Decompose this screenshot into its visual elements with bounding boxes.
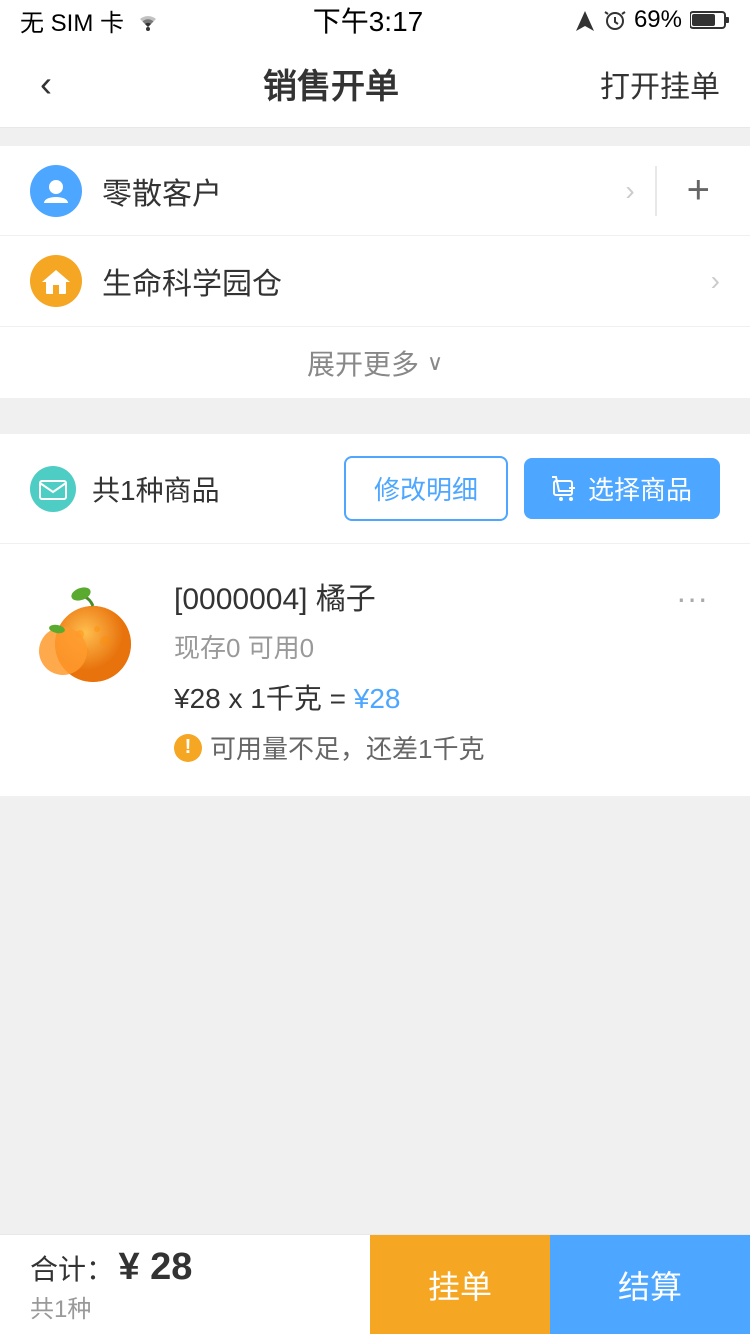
total-label: 合计： — [30, 1254, 114, 1285]
add-customer-button[interactable]: + — [677, 158, 720, 223]
product-item: [0000004] 橘子 现存0 可用0 ¥28 x 1千克 = ¥28 ! 可… — [0, 544, 750, 796]
wifi-icon — [134, 9, 162, 31]
cart-icon — [552, 475, 580, 503]
open-hang-button[interactable]: 打开挂单 — [600, 62, 720, 106]
battery-icon — [690, 10, 730, 30]
row-divider — [655, 166, 657, 216]
back-button[interactable]: ‹ — [30, 53, 62, 115]
separator-1 — [0, 128, 750, 146]
select-product-label: 选择商品 — [588, 470, 692, 507]
battery-text: 69% — [634, 6, 682, 34]
person-icon — [41, 176, 71, 206]
warehouse-arrow: › — [711, 265, 720, 297]
warehouse-icon — [30, 255, 82, 307]
nav-bar: ‹ 销售开单 打开挂单 — [0, 40, 750, 128]
products-count-icon — [30, 466, 76, 512]
empty-area — [0, 796, 750, 1246]
envelope-icon — [39, 477, 67, 501]
total-count: 共1种 — [30, 1289, 340, 1324]
product-price: ¥28 x 1千克 = ¥28 — [174, 677, 664, 717]
page-title: 销售开单 — [263, 59, 399, 108]
status-left: 无 SIM 卡 — [20, 3, 162, 38]
separator-2 — [0, 398, 750, 416]
edit-detail-button[interactable]: 修改明细 — [344, 456, 508, 521]
warehouse-row[interactable]: 生命科学园仓 › — [0, 236, 750, 326]
product-warning: ! 可用量不足，还差1千克 — [174, 729, 664, 766]
hang-button[interactable]: 挂单 — [370, 1235, 550, 1334]
product-image — [30, 574, 150, 694]
price-highlight: ¥28 — [354, 683, 401, 714]
warning-icon: ! — [174, 734, 202, 762]
product-info: [0000004] 橘子 现存0 可用0 ¥28 x 1千克 = ¥28 ! 可… — [174, 574, 664, 766]
status-bar: 无 SIM 卡 下午3:17 69% — [0, 0, 750, 40]
customer-arrow: › — [625, 175, 634, 207]
product-stock: 现存0 可用0 — [174, 628, 664, 665]
alarm-icon — [604, 9, 626, 31]
no-sim-text: 无 SIM 卡 — [20, 3, 124, 38]
status-right: 69% — [574, 6, 730, 34]
customer-label: 零散客户 — [102, 169, 625, 213]
warning-text: 可用量不足，还差1千克 — [210, 729, 484, 766]
bottom-bar: 合计： ¥ 28 共1种 挂单 结算 — [0, 1234, 750, 1334]
total-amount: ¥ 28 — [118, 1246, 192, 1288]
total-row: 合计： ¥ 28 — [30, 1246, 340, 1289]
products-header: 共1种商品 修改明细 选择商品 — [0, 434, 750, 544]
checkout-button[interactable]: 结算 — [550, 1235, 750, 1334]
products-count-label: 共1种商品 — [92, 469, 344, 509]
price-base: ¥28 x 1千克 = — [174, 683, 354, 714]
orange-image — [35, 579, 145, 689]
customer-icon — [30, 165, 82, 217]
location-icon — [574, 9, 596, 31]
products-section: 共1种商品 修改明细 选择商品 — [0, 434, 750, 796]
total-section: 合计： ¥ 28 共1种 — [0, 1246, 370, 1324]
warehouse-label: 生命科学园仓 — [102, 259, 711, 303]
select-product-button[interactable]: 选择商品 — [524, 458, 720, 519]
expand-arrow-icon: ∨ — [427, 350, 443, 376]
product-name: [0000004] 橘子 — [174, 574, 664, 618]
product-more-button[interactable]: ··· — [664, 574, 720, 623]
warehouse-building-icon — [41, 266, 71, 296]
status-time: 下午3:17 — [313, 0, 424, 40]
customer-row: 零散客户 › + — [0, 146, 750, 236]
expand-more-button[interactable]: 展开更多 ∨ — [0, 326, 750, 398]
expand-more-label: 展开更多 — [307, 343, 419, 383]
